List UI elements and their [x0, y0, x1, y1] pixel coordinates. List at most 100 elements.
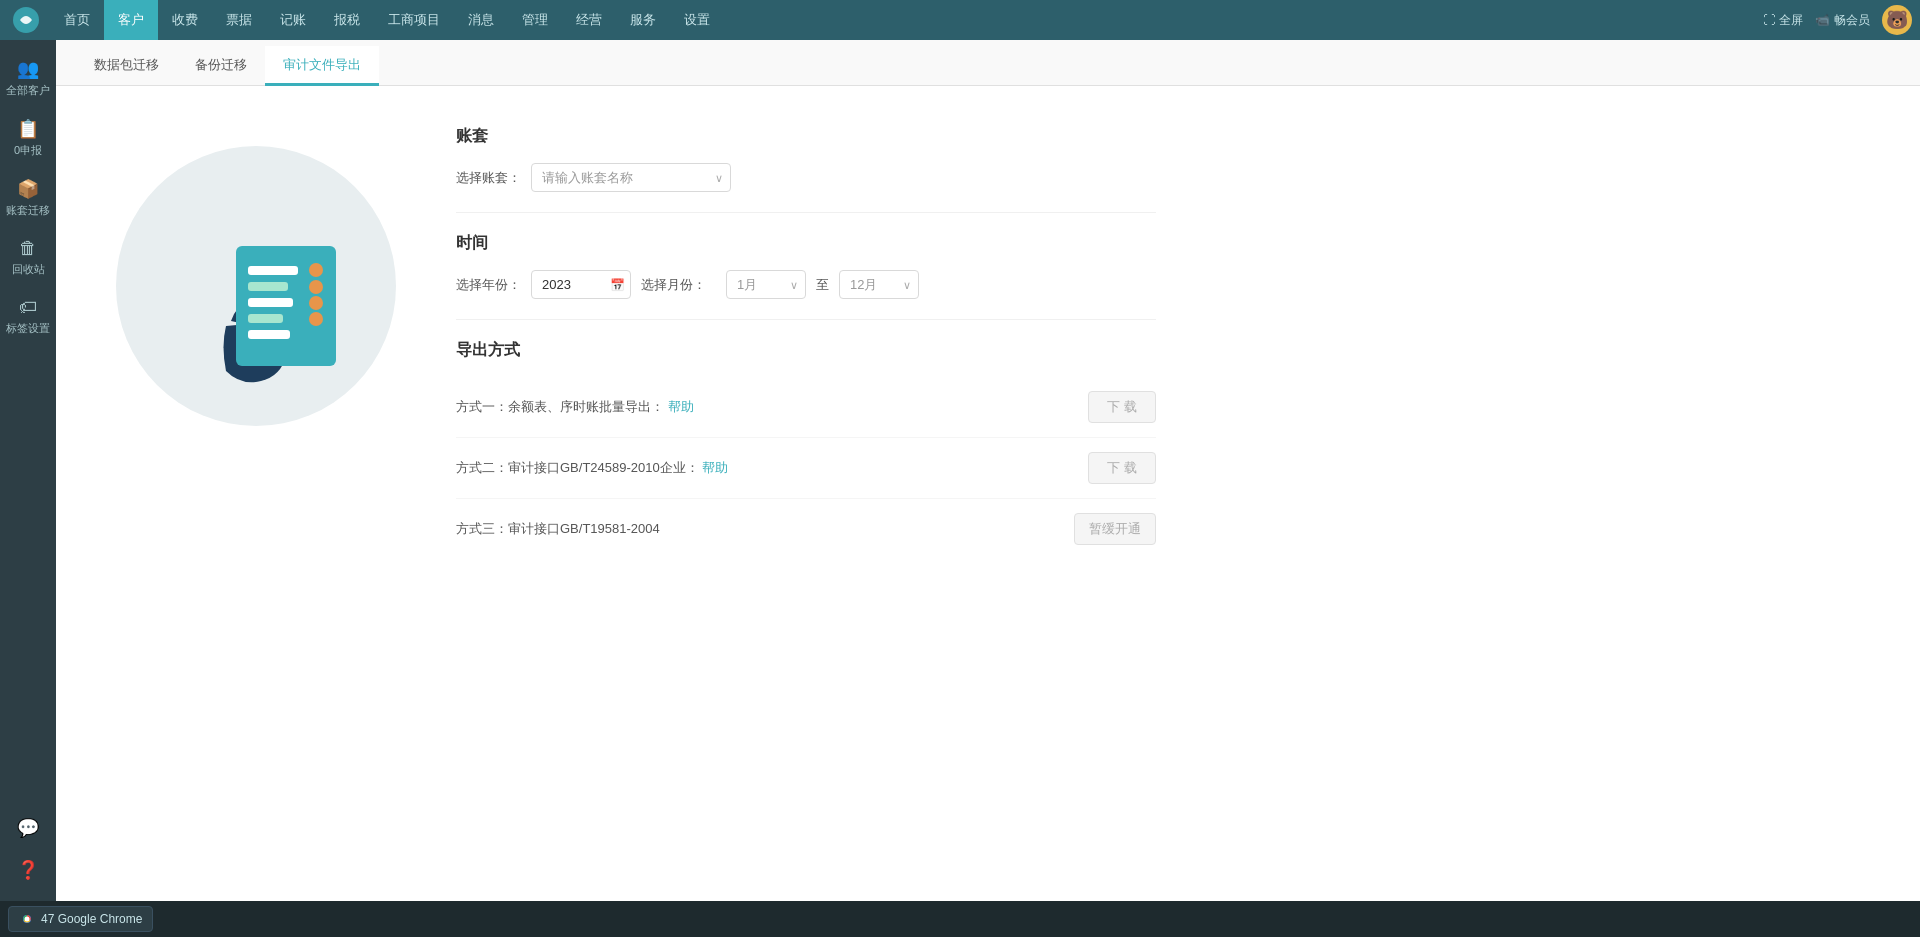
sidebar-bottom: 💬 ❓ — [0, 807, 56, 901]
nav-settings[interactable]: 设置 — [670, 0, 724, 40]
svg-rect-3 — [248, 282, 288, 291]
end-month-select[interactable]: 1月2月3月4月 5月6月7月8月 9月10月11月12月 — [839, 270, 919, 299]
nav-fees[interactable]: 收费 — [158, 0, 212, 40]
svg-rect-4 — [248, 298, 293, 307]
nav-manage[interactable]: 管理 — [508, 0, 562, 40]
recycle-icon: 🗑 — [19, 238, 37, 259]
sidebar-item-label-recycle: 回收站 — [12, 262, 45, 277]
export-method-2-text: 方式二：审计接口GB/T24589-2010企业： 帮助 — [456, 459, 728, 477]
tag-settings-icon: 🏷 — [19, 297, 37, 318]
chrome-icon — [19, 911, 35, 927]
nav-home[interactable]: 首页 — [50, 0, 104, 40]
account-select-wrapper: 请输入账套名称 — [531, 163, 731, 192]
export-method-1-text: 方式一：余额表、序时账批量导出： 帮助 — [456, 398, 694, 416]
page-content: 账套 选择账套： 请输入账套名称 时间 选择年份： — [56, 86, 1920, 901]
fullscreen-icon: ⛶ — [1763, 13, 1775, 27]
fullscreen-label: 全屏 — [1779, 12, 1803, 29]
illustration-svg — [166, 186, 346, 386]
sidebar: 👥 全部客户 📋 0申报 📦 账套迁移 🗑 回收站 🏷 标签设置 💬 ❓ — [0, 40, 56, 901]
svg-point-12 — [25, 917, 30, 922]
export-method-1-download-btn[interactable]: 下 载 — [1088, 391, 1156, 423]
sidebar-item-label-tag-settings: 标签设置 — [6, 321, 50, 336]
sidebar-item-account-migrate[interactable]: 📦 账套迁移 — [0, 168, 56, 228]
sidebar-help-button[interactable]: ❓ — [0, 849, 56, 891]
nav-tax[interactable]: 报税 — [320, 0, 374, 40]
export-method-2-download-btn[interactable]: 下 载 — [1088, 452, 1156, 484]
form-panel: 账套 选择账套： 请输入账套名称 时间 选择年份： — [456, 126, 1156, 559]
time-separator: 至 — [816, 276, 829, 294]
year-input[interactable] — [531, 270, 631, 299]
export-method-1-label: 方式一：余额表、序时账批量导出： — [456, 399, 664, 414]
taskbar-item-label: 47 Google Chrome — [41, 912, 142, 926]
sidebar-item-tag-settings[interactable]: 🏷 标签设置 — [0, 287, 56, 346]
svg-rect-2 — [248, 266, 298, 275]
year-label: 选择年份： — [456, 276, 521, 294]
vip-icon: 📹 — [1815, 13, 1830, 27]
tabs-bar: 数据包迁移 备份迁移 审计文件导出 — [56, 40, 1920, 86]
svg-point-8 — [309, 280, 323, 294]
account-select-row: 选择账套： 请输入账套名称 — [456, 163, 1156, 192]
month-label: 选择月份： — [641, 276, 706, 294]
chat-icon: 💬 — [17, 817, 39, 839]
divider-2 — [456, 319, 1156, 320]
nav-bizproject[interactable]: 工商项目 — [374, 0, 454, 40]
fullscreen-button[interactable]: ⛶ 全屏 — [1763, 12, 1803, 29]
taskbar-chrome-item[interactable]: 47 Google Chrome — [8, 906, 153, 932]
account-select[interactable]: 请输入账套名称 — [531, 163, 731, 192]
tab-data-migrate[interactable]: 数据包迁移 — [76, 46, 177, 86]
svg-rect-6 — [248, 330, 290, 339]
taskbar: 47 Google Chrome — [0, 901, 1920, 937]
nav-message[interactable]: 消息 — [454, 0, 508, 40]
svg-point-10 — [309, 312, 323, 326]
start-month-select[interactable]: 1月2月3月4月 5月6月7月8月 9月10月11月12月 — [726, 270, 806, 299]
year-input-wrapper — [531, 270, 631, 299]
tab-audit-export[interactable]: 审计文件导出 — [265, 46, 379, 86]
svg-point-9 — [309, 296, 323, 310]
nav-items: 首页 客户 收费 票据 记账 报税 工商项目 消息 管理 经营 服务 设置 — [50, 0, 1763, 40]
svg-point-7 — [309, 263, 323, 277]
sidebar-chat-button[interactable]: 💬 — [0, 807, 56, 849]
export-method-1: 方式一：余额表、序时账批量导出： 帮助 下 载 — [456, 377, 1156, 438]
export-method-2-label: 方式二：审计接口GB/T24589-2010企业： — [456, 460, 699, 475]
svg-rect-5 — [248, 314, 283, 323]
content-area: 数据包迁移 备份迁移 审计文件导出 — [56, 40, 1920, 901]
all-clients-icon: 👥 — [17, 58, 39, 80]
nav-bookkeeping[interactable]: 记账 — [266, 0, 320, 40]
sidebar-item-all-clients[interactable]: 👥 全部客户 — [0, 48, 56, 108]
top-navigation: 首页 客户 收费 票据 记账 报税 工商项目 消息 管理 经营 服务 设置 ⛶ … — [0, 0, 1920, 40]
account-section-title: 账套 — [456, 126, 1156, 147]
account-migrate-icon: 📦 — [17, 178, 39, 200]
sidebar-item-label-all-clients: 全部客户 — [6, 83, 50, 98]
export-method-3-open-btn[interactable]: 暂缓开通 — [1074, 513, 1156, 545]
illustration — [116, 146, 396, 426]
sidebar-item-recycle[interactable]: 🗑 回收站 — [0, 228, 56, 287]
nav-operation[interactable]: 经营 — [562, 0, 616, 40]
export-method-2-help-link[interactable]: 帮助 — [702, 460, 728, 475]
export-section-title: 导出方式 — [456, 340, 1156, 361]
sidebar-item-label-account-migrate: 账套迁移 — [6, 203, 50, 218]
app-logo[interactable] — [8, 2, 44, 38]
divider-1 — [456, 212, 1156, 213]
main-layout: 👥 全部客户 📋 0申报 📦 账套迁移 🗑 回收站 🏷 标签设置 💬 ❓ — [0, 40, 1920, 901]
export-method-3: 方式三：审计接口GB/T19581-2004 暂缓开通 — [456, 499, 1156, 559]
tab-backup-migrate[interactable]: 备份迁移 — [177, 46, 265, 86]
export-method-3-text: 方式三：审计接口GB/T19581-2004 — [456, 520, 660, 538]
end-month-wrapper: 1月2月3月4月 5月6月7月8月 9月10月11月12月 — [839, 270, 919, 299]
sidebar-item-label-zero-declare: 0申报 — [14, 143, 42, 158]
help-icon: ❓ — [17, 859, 39, 881]
export-method-3-label: 方式三：审计接口GB/T19581-2004 — [456, 521, 660, 536]
vip-label: 畅会员 — [1834, 12, 1870, 29]
nav-service[interactable]: 服务 — [616, 0, 670, 40]
top-right-area: ⛶ 全屏 📹 畅会员 🐻 — [1763, 5, 1912, 35]
vip-button[interactable]: 📹 畅会员 — [1815, 12, 1870, 29]
export-method-1-help-link[interactable]: 帮助 — [668, 399, 694, 414]
time-row: 选择月份： 1月2月3月4月 5月6月7月8月 9月10月11月12月 至 1月 — [531, 270, 919, 299]
time-section-title: 时间 — [456, 233, 1156, 254]
sidebar-item-zero-declare[interactable]: 📋 0申报 — [0, 108, 56, 168]
nav-clients[interactable]: 客户 — [104, 0, 158, 40]
nav-invoices[interactable]: 票据 — [212, 0, 266, 40]
account-select-label: 选择账套： — [456, 169, 521, 187]
user-avatar[interactable]: 🐻 — [1882, 5, 1912, 35]
export-method-2: 方式二：审计接口GB/T24589-2010企业： 帮助 下 载 — [456, 438, 1156, 499]
zero-declare-icon: 📋 — [17, 118, 39, 140]
